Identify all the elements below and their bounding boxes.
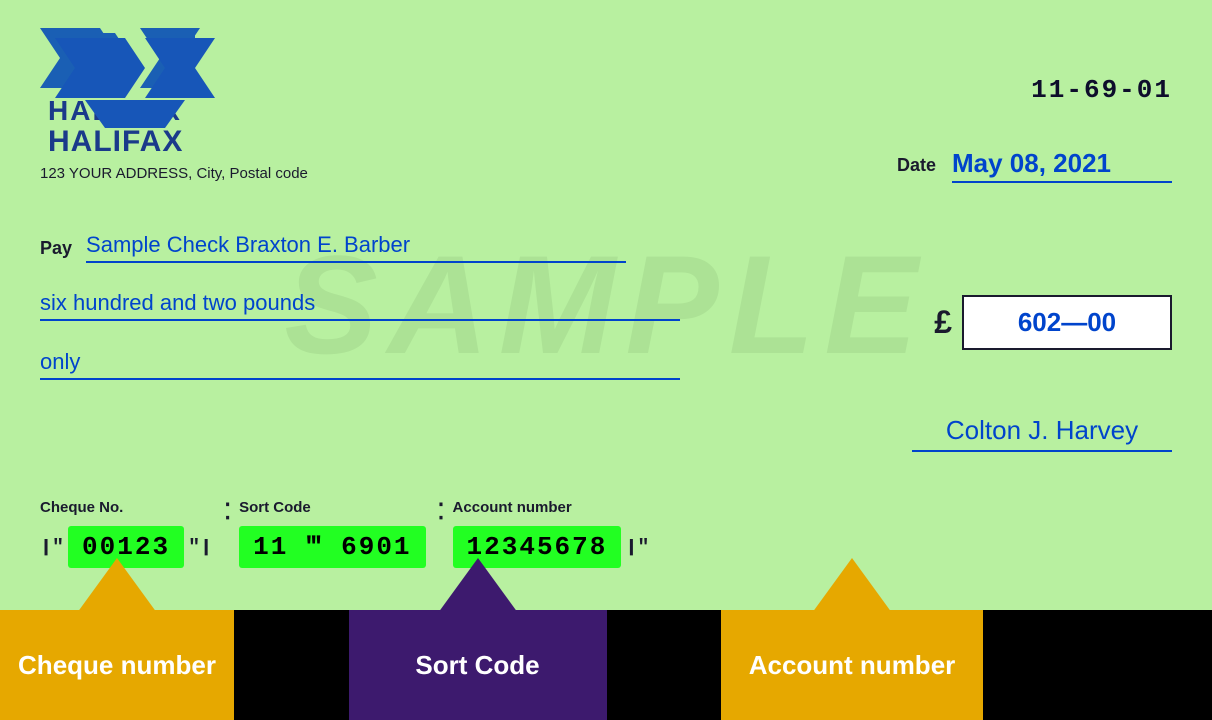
bottom-account-section: Account number <box>721 610 983 720</box>
pay-label: Pay <box>40 238 72 263</box>
date-value: May 08, 2021 <box>952 148 1172 183</box>
signature-value: Colton J. Harvey <box>912 415 1172 450</box>
micr-cheque-label: Cheque No. <box>40 499 123 516</box>
date-label: Date <box>897 155 936 176</box>
spacer-2 <box>607 610 722 720</box>
spacer-1 <box>234 610 349 720</box>
micr-account-label: Account number <box>453 499 572 516</box>
micr-sort-number: 11 ‴ 6901 <box>239 526 425 568</box>
pay-area: Pay Sample Check Braxton E. Barber <box>40 232 626 263</box>
amount-box: 602—00 <box>962 295 1172 350</box>
cheque-bottom-label: Cheque number <box>18 650 216 681</box>
bottom-bar: Cheque number Sort Code Account number <box>0 610 1212 720</box>
account-bottom-label: Account number <box>749 650 956 681</box>
bottom-cheque-section: Cheque number <box>0 610 234 720</box>
amount-words-line1: six hundred and two pounds <box>40 290 680 321</box>
halifax-logo-container: HALIFAX <box>40 28 230 163</box>
svg-text:HALIFAX: HALIFAX <box>48 125 183 158</box>
halifax-svg: HALIFAX <box>40 28 230 158</box>
spacer-3 <box>983 610 1212 720</box>
pay-to-value: Sample Check Braxton E. Barber <box>86 232 626 263</box>
sort-arrow <box>438 558 518 613</box>
micr-sort-row: 11 ‴ 6901 <box>239 526 425 568</box>
amount-words-area: six hundred and two pounds only <box>40 290 680 380</box>
pound-sign: £ <box>934 304 952 341</box>
sort-code-display: 11-69-01 <box>1031 75 1172 105</box>
micr-bar-right: "❙ <box>188 534 212 560</box>
cheque-arrow <box>77 558 157 613</box>
address-line: 123 YOUR ADDRESS, City, Postal code <box>40 165 308 182</box>
micr-bar-left: ❙" <box>40 534 64 560</box>
sort-bottom-label: Sort Code <box>415 650 539 681</box>
amount-words-line2: only <box>40 349 680 380</box>
micr-sort-label: Sort Code <box>239 499 311 516</box>
amount-box-area: £ 602—00 <box>934 295 1172 350</box>
date-area: Date May 08, 2021 <box>897 148 1172 183</box>
cheque-label-box: Cheque number <box>0 610 234 720</box>
account-arrow <box>812 558 892 613</box>
sort-label-box: Sort Code <box>349 610 607 720</box>
cheque-body: SAMPLE HALIFAX HALIFAX 12 <box>0 0 1212 610</box>
micr-sort-group: Sort Code 11 ‴ 6901 <box>239 499 425 568</box>
micr-bar-account-right: ❙" <box>625 534 649 560</box>
signature-area: Colton J. Harvey <box>912 415 1172 452</box>
account-label-box: Account number <box>721 610 983 720</box>
bottom-sort-section: Sort Code <box>349 610 607 720</box>
